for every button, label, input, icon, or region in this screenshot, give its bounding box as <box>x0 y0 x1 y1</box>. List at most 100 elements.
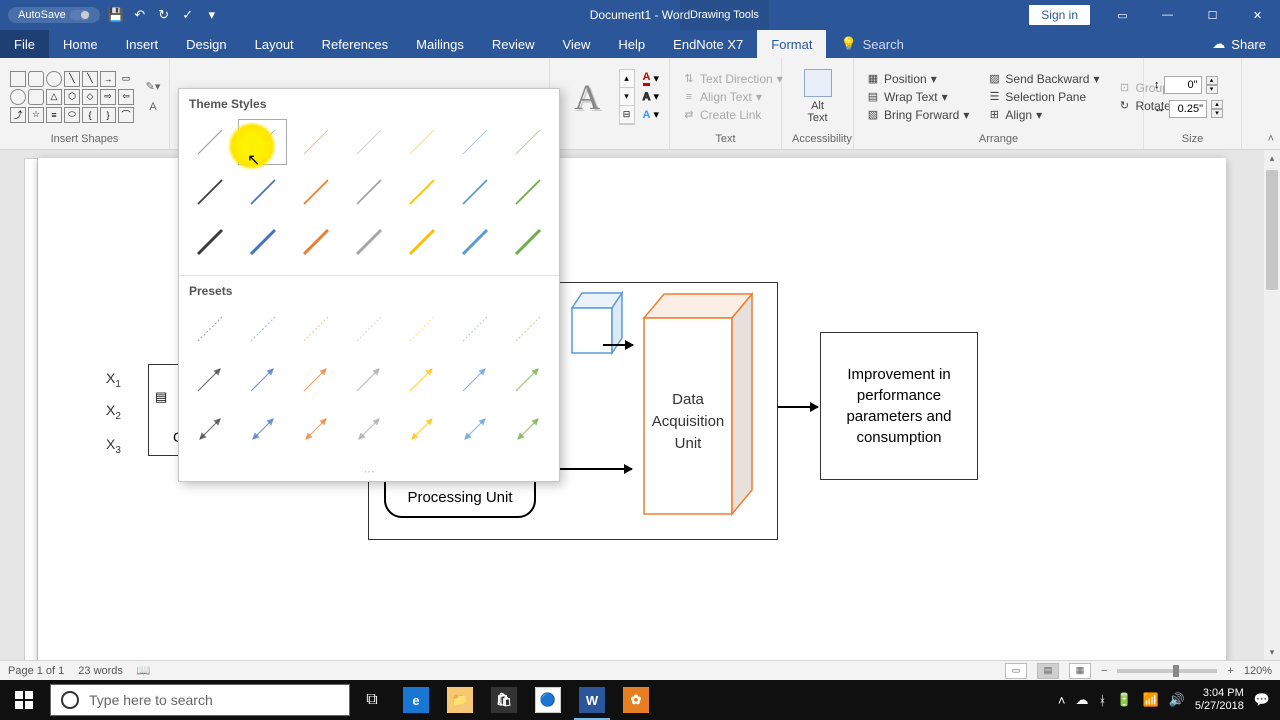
spellcheck-icon[interactable]: ✓ <box>180 7 196 23</box>
battery-icon[interactable]: 🔋 <box>1116 692 1132 708</box>
preset-style-option[interactable] <box>185 306 234 352</box>
theme-style-option[interactable] <box>398 119 447 165</box>
zoom-out-icon[interactable]: − <box>1101 665 1107 677</box>
tab-mailings[interactable]: Mailings <box>402 30 478 58</box>
tab-layout[interactable]: Layout <box>241 30 308 58</box>
redo-icon[interactable]: ↻ <box>156 7 172 23</box>
width-up-icon[interactable]: ▴ <box>1211 100 1223 109</box>
tab-format[interactable]: Format <box>757 30 826 58</box>
vertical-scrollbar[interactable]: ▴ ▾ <box>1264 150 1280 660</box>
preset-style-option[interactable] <box>451 356 500 402</box>
read-mode-icon[interactable]: ▭ <box>1005 663 1027 679</box>
preset-style-option[interactable] <box>451 306 500 352</box>
signin-button[interactable]: Sign in <box>1029 5 1090 25</box>
shape-width-input[interactable] <box>1169 100 1207 118</box>
edge-app[interactable]: e <box>394 680 438 720</box>
tab-view[interactable]: View <box>548 30 604 58</box>
tab-home[interactable]: Home <box>49 30 112 58</box>
edit-shape-icon[interactable]: ✎▾ <box>144 78 162 96</box>
preset-style-option[interactable] <box>344 306 393 352</box>
theme-style-option[interactable] <box>344 119 393 165</box>
tray-up-icon[interactable]: ˄ <box>1058 693 1066 708</box>
word-app[interactable]: W <box>570 680 614 720</box>
theme-style-option[interactable] <box>451 169 500 215</box>
preset-style-option[interactable] <box>344 406 393 452</box>
vertical-ruler[interactable] <box>24 158 38 660</box>
bring-forward-button[interactable]: ▧Bring Forward▾ <box>864 107 971 123</box>
tab-file[interactable]: File <box>0 30 49 58</box>
position-button[interactable]: ▦Position▾ <box>864 71 971 87</box>
theme-style-option[interactable] <box>238 169 287 215</box>
preset-style-option[interactable] <box>238 406 287 452</box>
preset-style-option[interactable] <box>291 356 340 402</box>
theme-style-option[interactable] <box>185 219 234 265</box>
preset-style-option[interactable] <box>504 356 553 402</box>
send-backward-button[interactable]: ▨Send Backward▾ <box>985 71 1101 87</box>
zoom-level[interactable]: 120% <box>1244 665 1272 677</box>
theme-style-option[interactable] <box>291 169 340 215</box>
align-button[interactable]: ⊞Align▾ <box>985 107 1101 123</box>
preset-style-option[interactable] <box>238 356 287 402</box>
theme-style-option[interactable] <box>291 219 340 265</box>
tab-help[interactable]: Help <box>604 30 659 58</box>
qat-more-icon[interactable]: ▾ <box>204 7 220 23</box>
clock[interactable]: 3:04 PM 5/27/2018 <box>1195 687 1244 712</box>
wordart-down-icon[interactable]: ▾ <box>620 88 634 106</box>
wifi-icon[interactable]: 📶 <box>1143 692 1159 708</box>
close-icon[interactable]: ✕ <box>1235 0 1280 30</box>
preset-style-option[interactable] <box>185 356 234 402</box>
improvement-box[interactable]: Improvement in performance parameters an… <box>820 332 978 480</box>
wordart-style-sample[interactable]: A <box>560 69 615 125</box>
ribbon-display-icon[interactable]: ▭ <box>1100 0 1145 30</box>
scroll-thumb[interactable] <box>1266 170 1278 290</box>
bluetooth-icon[interactable]: ᚼ <box>1099 693 1107 708</box>
theme-style-option[interactable] <box>451 219 500 265</box>
theme-style-option[interactable] <box>291 119 340 165</box>
text-box-icon[interactable]: A <box>144 98 162 116</box>
arrow-3[interactable] <box>778 406 818 408</box>
theme-style-option[interactable] <box>504 219 553 265</box>
zoom-in-icon[interactable]: + <box>1227 665 1233 677</box>
preset-style-option[interactable] <box>504 306 553 352</box>
height-up-icon[interactable]: ▴ <box>1206 76 1218 85</box>
selection-pane-button[interactable]: ☰Selection Pane <box>985 89 1101 105</box>
dropdown-resize-icon[interactable]: ⋯ <box>179 462 559 481</box>
minimize-icon[interactable]: — <box>1145 0 1190 30</box>
height-down-icon[interactable]: ▾ <box>1206 85 1218 94</box>
shape-height-field[interactable]: ↕ ▴▾ <box>1154 76 1223 94</box>
alt-text-button[interactable]: Alt Text <box>798 65 838 128</box>
page-indicator[interactable]: Page 1 of 1 <box>8 665 64 677</box>
preset-style-option[interactable] <box>238 306 287 352</box>
tab-endnote[interactable]: EndNote X7 <box>659 30 757 58</box>
width-down-icon[interactable]: ▾ <box>1211 109 1223 118</box>
proofing-icon[interactable]: 📖 <box>137 664 151 677</box>
preset-style-option[interactable] <box>291 406 340 452</box>
task-view-icon[interactable]: ⧉ <box>350 680 394 720</box>
tab-review[interactable]: Review <box>478 30 549 58</box>
arrow-1[interactable] <box>603 344 633 346</box>
chrome-app[interactable]: 🔵 <box>526 680 570 720</box>
wordart-more-icon[interactable]: ⊟ <box>620 106 634 124</box>
tab-design[interactable]: Design <box>172 30 240 58</box>
onedrive-icon[interactable]: ☁ <box>1076 692 1089 708</box>
store-app[interactable]: 🛍 <box>482 680 526 720</box>
preset-style-option[interactable] <box>398 356 447 402</box>
theme-style-option[interactable] <box>185 169 234 215</box>
shapes-gallery[interactable]: ╲╲→▭ △⬡◇⇨⇦ ⤴☆≡⬭{}⌒ <box>10 71 134 123</box>
shape-height-input[interactable] <box>1164 76 1202 94</box>
preset-style-option[interactable] <box>398 406 447 452</box>
preset-style-option[interactable] <box>398 306 447 352</box>
scroll-down-icon[interactable]: ▾ <box>1264 644 1280 660</box>
theme-style-option[interactable] <box>398 219 447 265</box>
data-acquisition-cube[interactable]: Data Acquisition Unit <box>634 286 764 526</box>
notifications-icon[interactable]: 💬 <box>1254 692 1270 708</box>
preset-style-option[interactable] <box>451 406 500 452</box>
autosave-toggle[interactable]: AutoSave <box>8 7 100 23</box>
align-text-button[interactable]: ≡Align Text▾ <box>680 89 785 105</box>
preset-style-option[interactable] <box>291 306 340 352</box>
wordart-up-icon[interactable]: ▴ <box>620 70 634 88</box>
text-direction-button[interactable]: ⇅Text Direction▾ <box>680 71 785 87</box>
save-icon[interactable]: 💾 <box>108 7 124 23</box>
preset-style-option[interactable] <box>185 406 234 452</box>
other-app[interactable]: ✿ <box>614 680 658 720</box>
